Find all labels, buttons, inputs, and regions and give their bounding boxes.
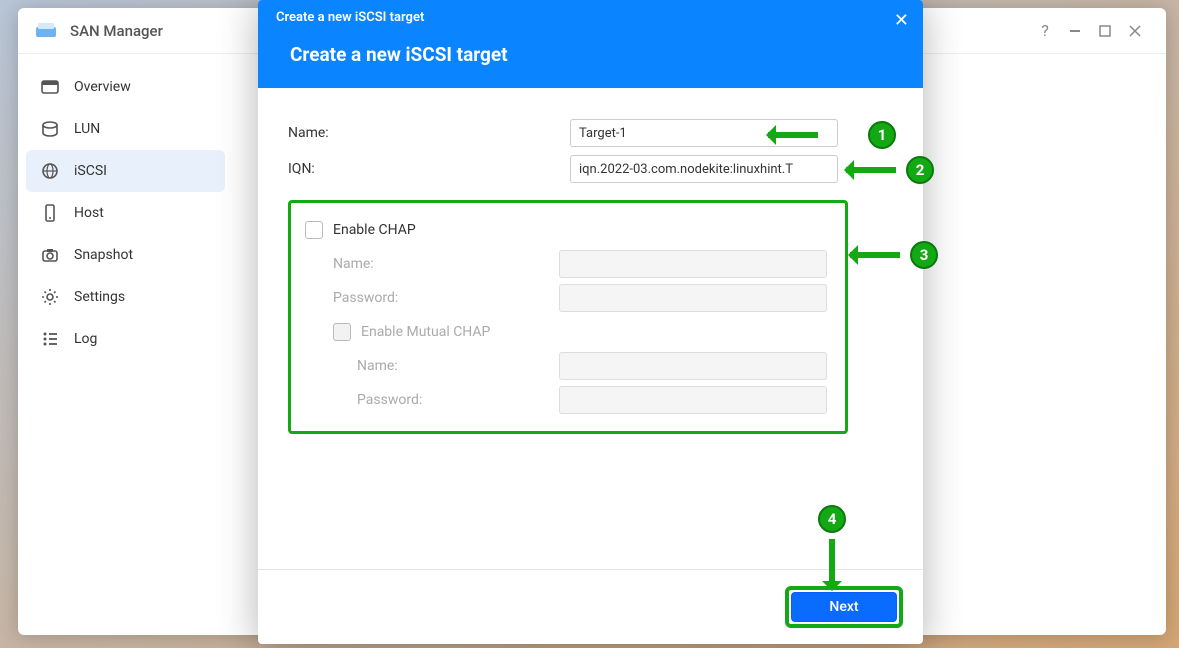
help-button[interactable]: ?	[1030, 16, 1060, 46]
sidebar-item-label: Host	[74, 205, 104, 221]
chap-password-input	[559, 284, 827, 312]
sidebar: Overview LUN iSCSI Host Snapshot Setting…	[18, 54, 233, 635]
arrow-down-icon	[828, 539, 836, 589]
sidebar-item-label: Settings	[74, 289, 125, 305]
iqn-input[interactable]	[570, 155, 838, 183]
callout-2: 2	[846, 156, 934, 184]
sidebar-item-label: Log	[74, 331, 97, 347]
modal-title: Create a new iSCSI target	[276, 25, 905, 66]
mutual-chap-label: Enable Mutual CHAP	[361, 324, 490, 340]
callout-badge: 1	[868, 121, 896, 149]
sidebar-item-iscsi[interactable]: iSCSI	[26, 150, 225, 192]
modal-breadcrumb: Create a new iSCSI target	[276, 0, 905, 25]
chap-password-row: Password:	[305, 281, 831, 315]
sidebar-item-snapshot[interactable]: Snapshot	[26, 234, 225, 276]
mutual-name-row: Name:	[305, 349, 831, 383]
lun-icon	[40, 119, 60, 139]
close-icon[interactable]: ✕	[894, 10, 909, 31]
mutual-password-label: Password:	[357, 392, 559, 408]
host-icon	[40, 203, 60, 223]
mutual-password-input	[559, 386, 827, 414]
sidebar-item-lun[interactable]: LUN	[26, 108, 225, 150]
mutual-name-input	[559, 352, 827, 380]
callout-4: 4	[818, 505, 846, 589]
arrow-left-icon	[850, 251, 900, 259]
next-button-highlight: Next	[785, 586, 903, 628]
arrow-left-icon	[768, 131, 818, 139]
name-label: Name:	[288, 125, 570, 141]
sidebar-item-overview[interactable]: Overview	[26, 66, 225, 108]
mutual-chap-row: Enable Mutual CHAP	[305, 315, 831, 349]
sidebar-item-label: Overview	[74, 79, 131, 95]
mutual-name-label: Name:	[357, 358, 559, 374]
sidebar-item-label: Snapshot	[74, 247, 133, 263]
chap-section: Enable CHAP Name: Password: Enable Mutua…	[288, 200, 848, 434]
maximize-button[interactable]	[1090, 16, 1120, 46]
chap-password-label: Password:	[333, 290, 559, 306]
chap-name-input	[559, 250, 827, 278]
callout-badge: 4	[818, 505, 846, 533]
modal-body: Name: IQN: Enable CHAP Name: Password: E…	[258, 88, 923, 569]
enable-chap-row[interactable]: Enable CHAP	[305, 213, 831, 247]
chap-name-row: Name:	[305, 247, 831, 281]
gear-icon	[40, 287, 60, 307]
close-window-button[interactable]	[1120, 16, 1150, 46]
arrow-left-icon	[846, 166, 896, 174]
sidebar-item-label: iSCSI	[74, 163, 107, 179]
mutual-password-row: Password:	[305, 383, 831, 417]
iscsi-icon	[40, 161, 60, 181]
next-button[interactable]: Next	[791, 592, 897, 622]
enable-chap-label: Enable CHAP	[333, 222, 416, 238]
iqn-row: IQN:	[288, 152, 893, 186]
overview-icon	[40, 77, 60, 97]
chap-name-label: Name:	[333, 256, 559, 272]
sidebar-item-log[interactable]: Log	[26, 318, 225, 360]
callout-3: 3	[850, 241, 938, 269]
snapshot-icon	[40, 245, 60, 265]
mutual-chap-checkbox	[333, 323, 351, 341]
app-icon	[34, 21, 58, 41]
callout-badge: 3	[910, 241, 938, 269]
enable-chap-checkbox[interactable]	[305, 221, 323, 239]
log-icon	[40, 329, 60, 349]
callout-1: 1	[768, 121, 896, 149]
sidebar-item-host[interactable]: Host	[26, 192, 225, 234]
modal-header: Create a new iSCSI target Create a new i…	[258, 0, 923, 88]
callout-badge: 2	[906, 156, 934, 184]
minimize-button[interactable]	[1060, 16, 1090, 46]
sidebar-item-settings[interactable]: Settings	[26, 276, 225, 318]
sidebar-item-label: LUN	[74, 121, 100, 137]
iqn-label: IQN:	[288, 161, 570, 177]
